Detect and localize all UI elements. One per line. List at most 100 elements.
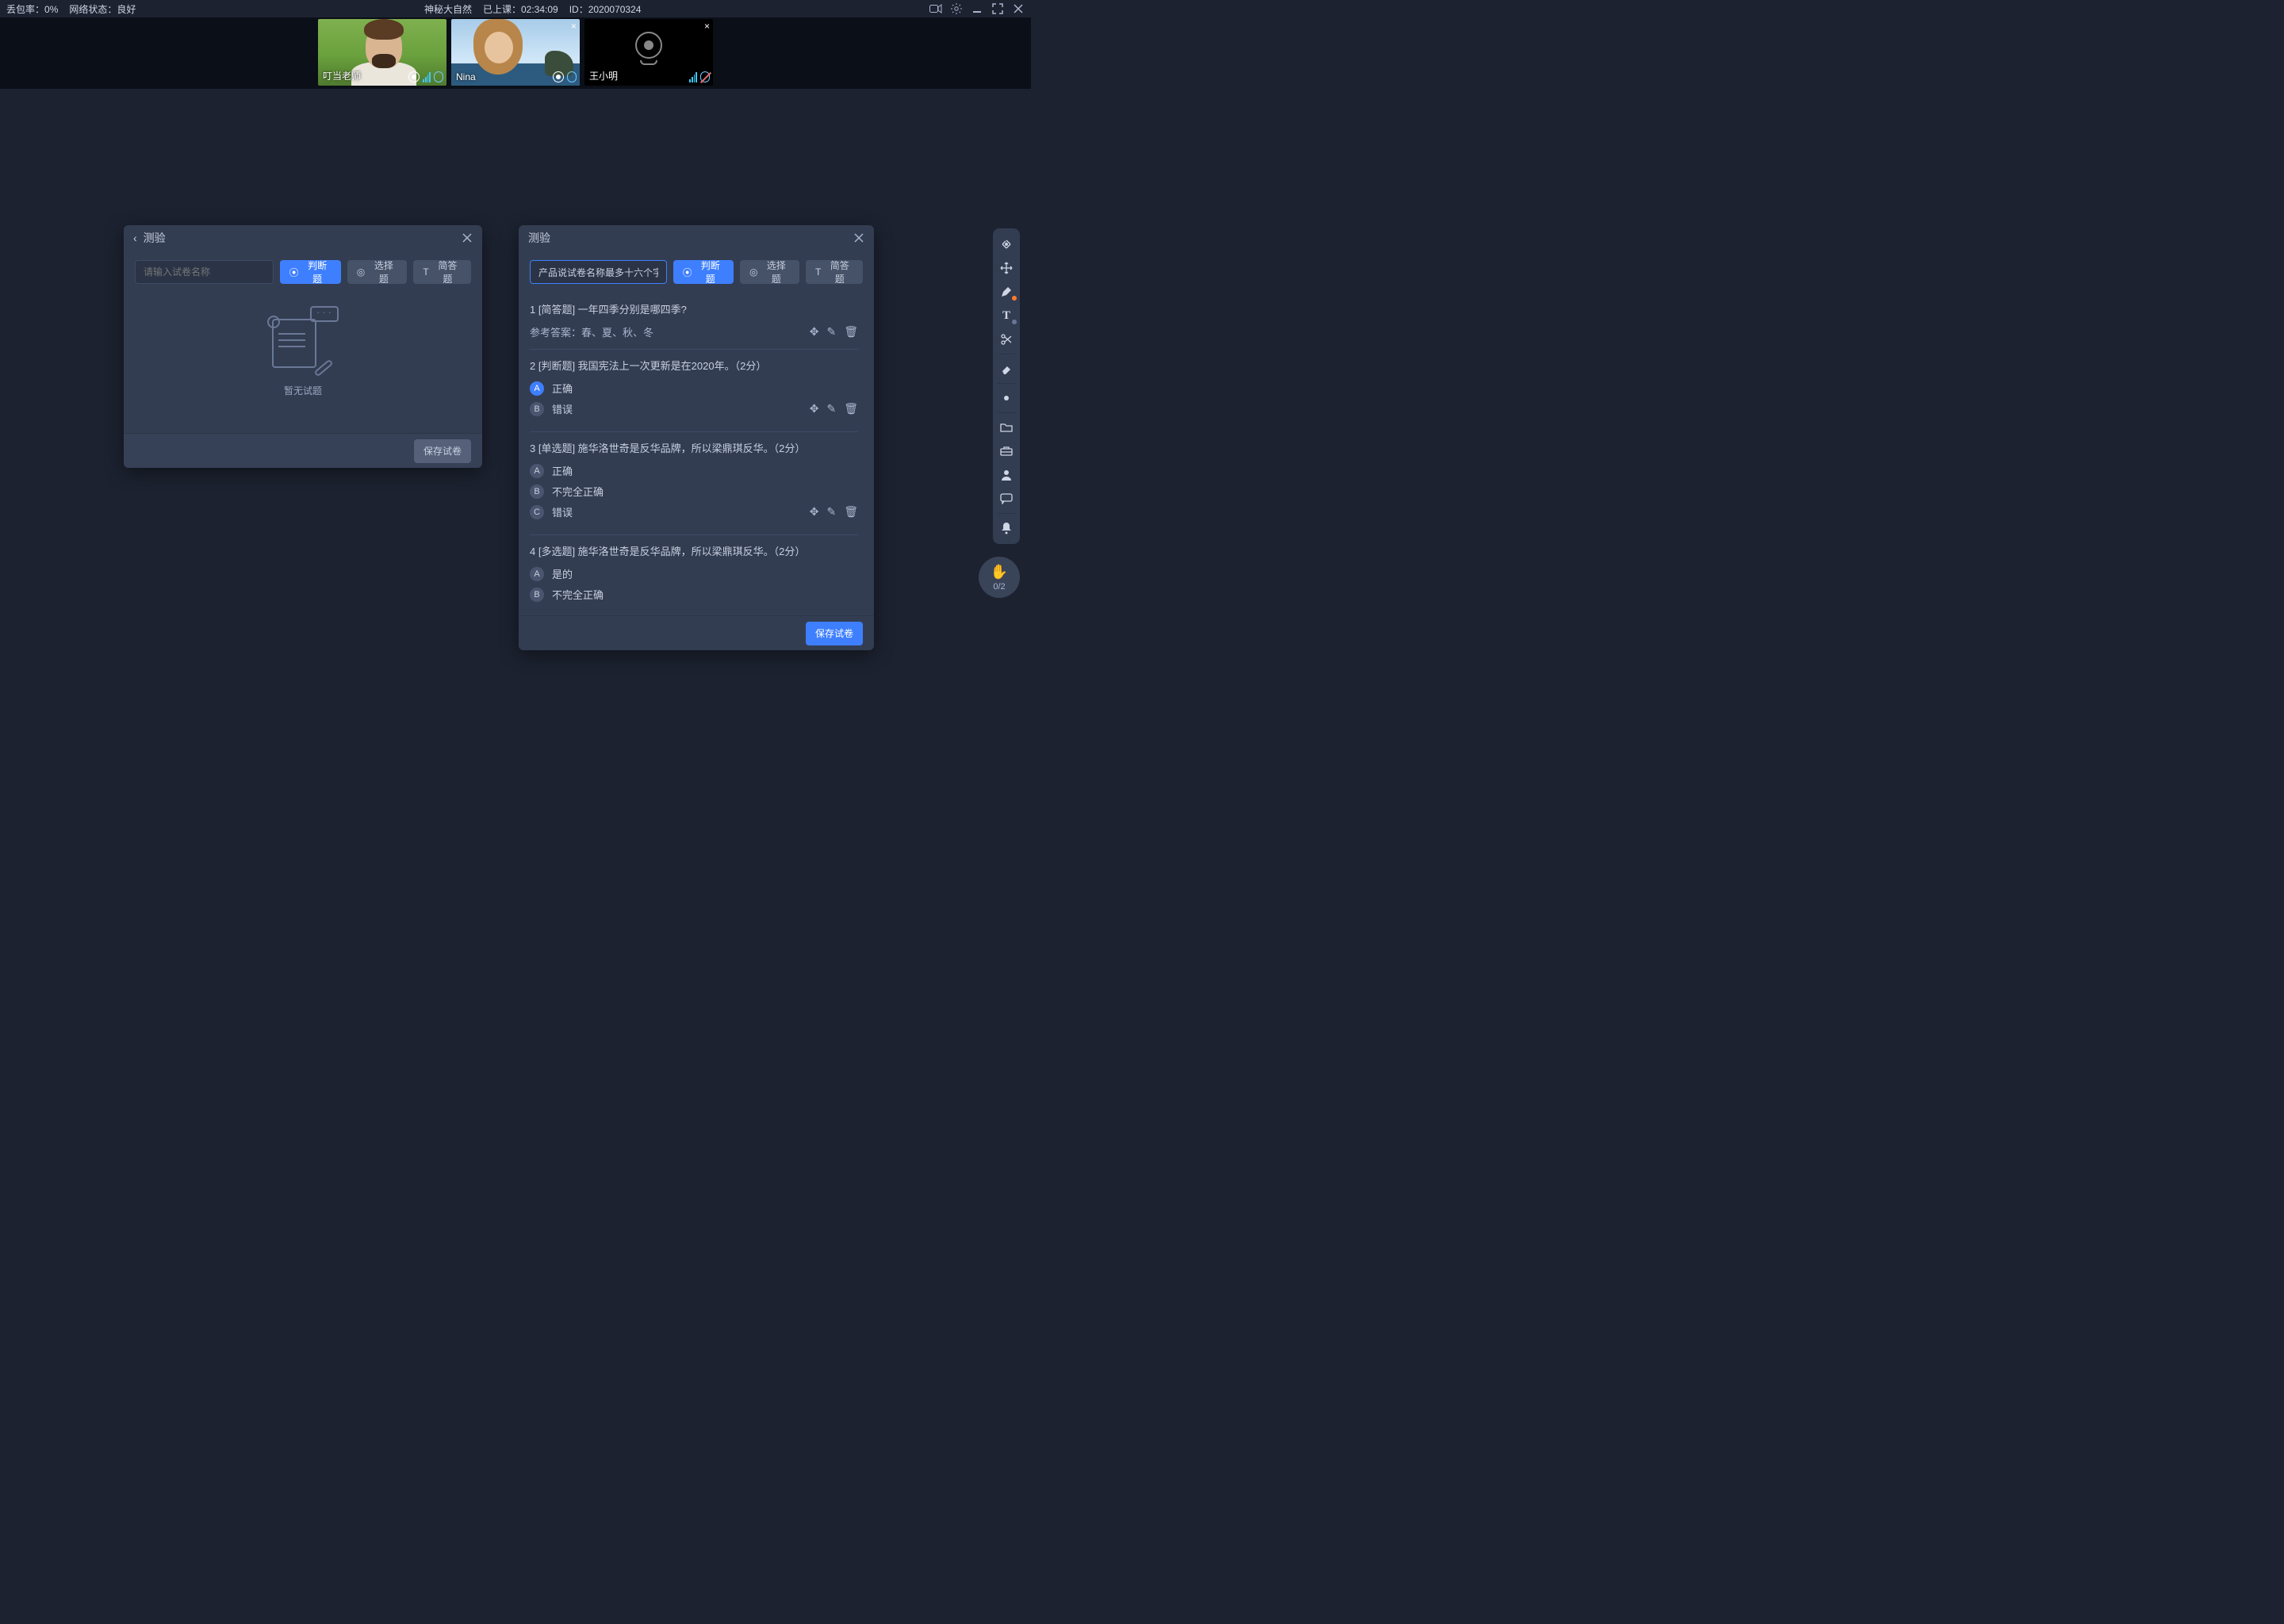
empty-text: 暂无试题: [284, 384, 322, 397]
short-answer-button[interactable]: T简答题: [413, 260, 471, 284]
option-row[interactable]: B 不完全正确: [530, 484, 858, 499]
raise-hand-button[interactable]: ✋ 0/2: [979, 557, 1020, 598]
signal-icon: [689, 72, 697, 82]
video-strip: 叮当老师 × Nina × 王小明: [0, 17, 1031, 89]
settings-icon[interactable]: [950, 2, 963, 15]
panel-close-icon[interactable]: [853, 232, 864, 243]
hand-icon: ✋: [991, 564, 1008, 580]
question-item: 3 [单选题] 施华洛世奇是反华品牌，所以梁鼎琪反华。（2分） A 正确 B 不完全…: [530, 432, 858, 535]
quiz-panel-editor: 测验 ⦿判断题 ◎选择题 T简答题 1 [简答题] 一年四季分别是哪四季? 参考…: [519, 225, 874, 650]
edit-icon[interactable]: ✎: [826, 325, 836, 339]
question-item: 4 [多选题] 施华洛世奇是反华品牌，所以梁鼎琪反华。（2分） A 是的 B 不完全…: [530, 535, 858, 607]
save-quiz-button[interactable]: 保存试卷: [414, 439, 471, 463]
option-bullet: A: [530, 567, 544, 581]
question-text: 2 [判断题] 我国宪法上一次更新是在2020年。（2分）: [530, 358, 858, 373]
save-quiz-button[interactable]: 保存试卷: [806, 622, 863, 645]
quiz-name-input[interactable]: [530, 260, 667, 284]
panel-title: 测验: [528, 230, 550, 246]
option-label: 错误: [552, 401, 573, 416]
option-bullet: A: [530, 464, 544, 478]
edit-icon[interactable]: ✎: [826, 505, 836, 519]
choice-icon: ◎: [357, 266, 365, 278]
question-item: 2 [判断题] 我国宪法上一次更新是在2020年。（2分） A 正确 B 错误 ✥ …: [530, 350, 858, 432]
tile-close-icon[interactable]: ×: [571, 21, 577, 32]
judge-question-button[interactable]: ⦿判断题: [673, 260, 734, 284]
pointer-tool-icon[interactable]: [995, 233, 1017, 255]
class-time: 已上课：02:34:09: [483, 2, 558, 16]
option-label: 不完全正确: [552, 587, 604, 602]
chat-tool-icon[interactable]: [995, 488, 1017, 510]
record-dot-icon: [408, 71, 420, 82]
question-list[interactable]: 1 [简答题] 一年四季分别是哪四季? 参考答案：春、夏、秋、冬 ✥ ✎ 🗑 2…: [530, 284, 863, 607]
choice-icon: ◎: [749, 266, 757, 278]
delete-icon[interactable]: 🗑: [844, 325, 858, 339]
question-text: 4 [多选题] 施华洛世奇是反华品牌，所以梁鼎琪反华。（2分）: [530, 543, 858, 558]
empty-illustration-icon: [267, 304, 339, 376]
option-label: 不完全正确: [552, 484, 604, 499]
option-label: 正确: [552, 463, 573, 478]
user-tool-icon[interactable]: [995, 464, 1017, 486]
pen-tool-icon[interactable]: [995, 281, 1017, 303]
minimize-icon[interactable]: [971, 2, 983, 15]
option-row[interactable]: A 正确: [530, 381, 858, 396]
close-icon[interactable]: [1012, 2, 1025, 15]
move-tool-icon[interactable]: [995, 257, 1017, 279]
hand-count: 0/2: [993, 582, 1005, 592]
option-row[interactable]: A 正确: [530, 463, 858, 478]
option-row[interactable]: B 不完全正确: [530, 587, 858, 602]
record-dot-icon: [553, 71, 564, 82]
quiz-toolbar: ⦿判断题 ◎选择题 T简答题: [530, 260, 863, 284]
quiz-name-input[interactable]: [135, 260, 274, 284]
participant-name: 王小明: [589, 69, 618, 82]
judge-icon: ⦿: [683, 266, 692, 279]
record-icon[interactable]: [929, 2, 942, 15]
scissors-tool-icon[interactable]: [995, 328, 1017, 350]
mic-muted-icon: [700, 71, 710, 82]
eraser-tool-icon[interactable]: [995, 358, 1017, 380]
delete-icon[interactable]: 🗑: [844, 505, 858, 519]
loss-rate: 丢包率：0%: [6, 2, 58, 16]
side-toolbar: T: [993, 228, 1020, 544]
edit-icon[interactable]: ✎: [826, 402, 836, 416]
tile-close-icon[interactable]: ×: [704, 21, 710, 32]
participant-tile-nina[interactable]: × Nina: [451, 19, 580, 86]
delete-icon[interactable]: 🗑: [844, 402, 858, 416]
choice-question-button[interactable]: ◎选择题: [740, 260, 799, 284]
option-bullet: B: [530, 402, 544, 416]
signal-icon: [423, 72, 431, 82]
question-item: 1 [简答题] 一年四季分别是哪四季? 参考答案：春、夏、秋、冬 ✥ ✎ 🗑: [530, 293, 858, 350]
option-row[interactable]: A 是的: [530, 566, 858, 581]
text-tool-icon[interactable]: T: [995, 304, 1017, 327]
course-title: 神秘大自然: [424, 2, 472, 16]
participant-name: Nina: [456, 71, 476, 82]
mic-icon: [434, 71, 443, 82]
option-row[interactable]: C错误 ✥ ✎ 🗑: [530, 504, 858, 519]
short-icon: T: [423, 266, 428, 278]
option-bullet: A: [530, 381, 544, 396]
net-status: 网络状态：良好: [69, 2, 136, 16]
panel-title: 测验: [144, 230, 166, 246]
short-answer-button[interactable]: T简答题: [806, 260, 863, 284]
option-label: 是的: [552, 566, 573, 581]
question-answer: 参考答案：春、夏、秋、冬: [530, 324, 653, 339]
brightness-tool-icon[interactable]: [995, 387, 1017, 409]
back-icon[interactable]: ‹: [133, 232, 137, 244]
option-bullet: B: [530, 588, 544, 602]
session-id: ID：2020070324: [569, 2, 642, 16]
option-label: 正确: [552, 381, 573, 396]
choice-question-button[interactable]: ◎选择题: [347, 260, 408, 284]
participant-tile-wangxiaoming[interactable]: × 王小明: [584, 19, 713, 86]
move-icon[interactable]: ✥: [810, 402, 819, 416]
bell-tool-icon[interactable]: [995, 517, 1017, 539]
judge-question-button[interactable]: ⦿判断题: [280, 260, 341, 284]
toolbox-tool-icon[interactable]: [995, 440, 1017, 462]
fullscreen-icon[interactable]: [991, 2, 1004, 15]
option-bullet: B: [530, 485, 544, 499]
question-text: 3 [单选题] 施华洛世奇是反华品牌，所以梁鼎琪反华。（2分）: [530, 440, 858, 455]
move-icon[interactable]: ✥: [810, 325, 819, 339]
move-icon[interactable]: ✥: [810, 505, 819, 519]
option-row[interactable]: B 错误 ✥ ✎ 🗑: [530, 401, 858, 416]
panel-close-icon[interactable]: [462, 232, 473, 243]
folder-tool-icon[interactable]: [995, 416, 1017, 439]
participant-tile-teacher[interactable]: 叮当老师: [318, 19, 446, 86]
